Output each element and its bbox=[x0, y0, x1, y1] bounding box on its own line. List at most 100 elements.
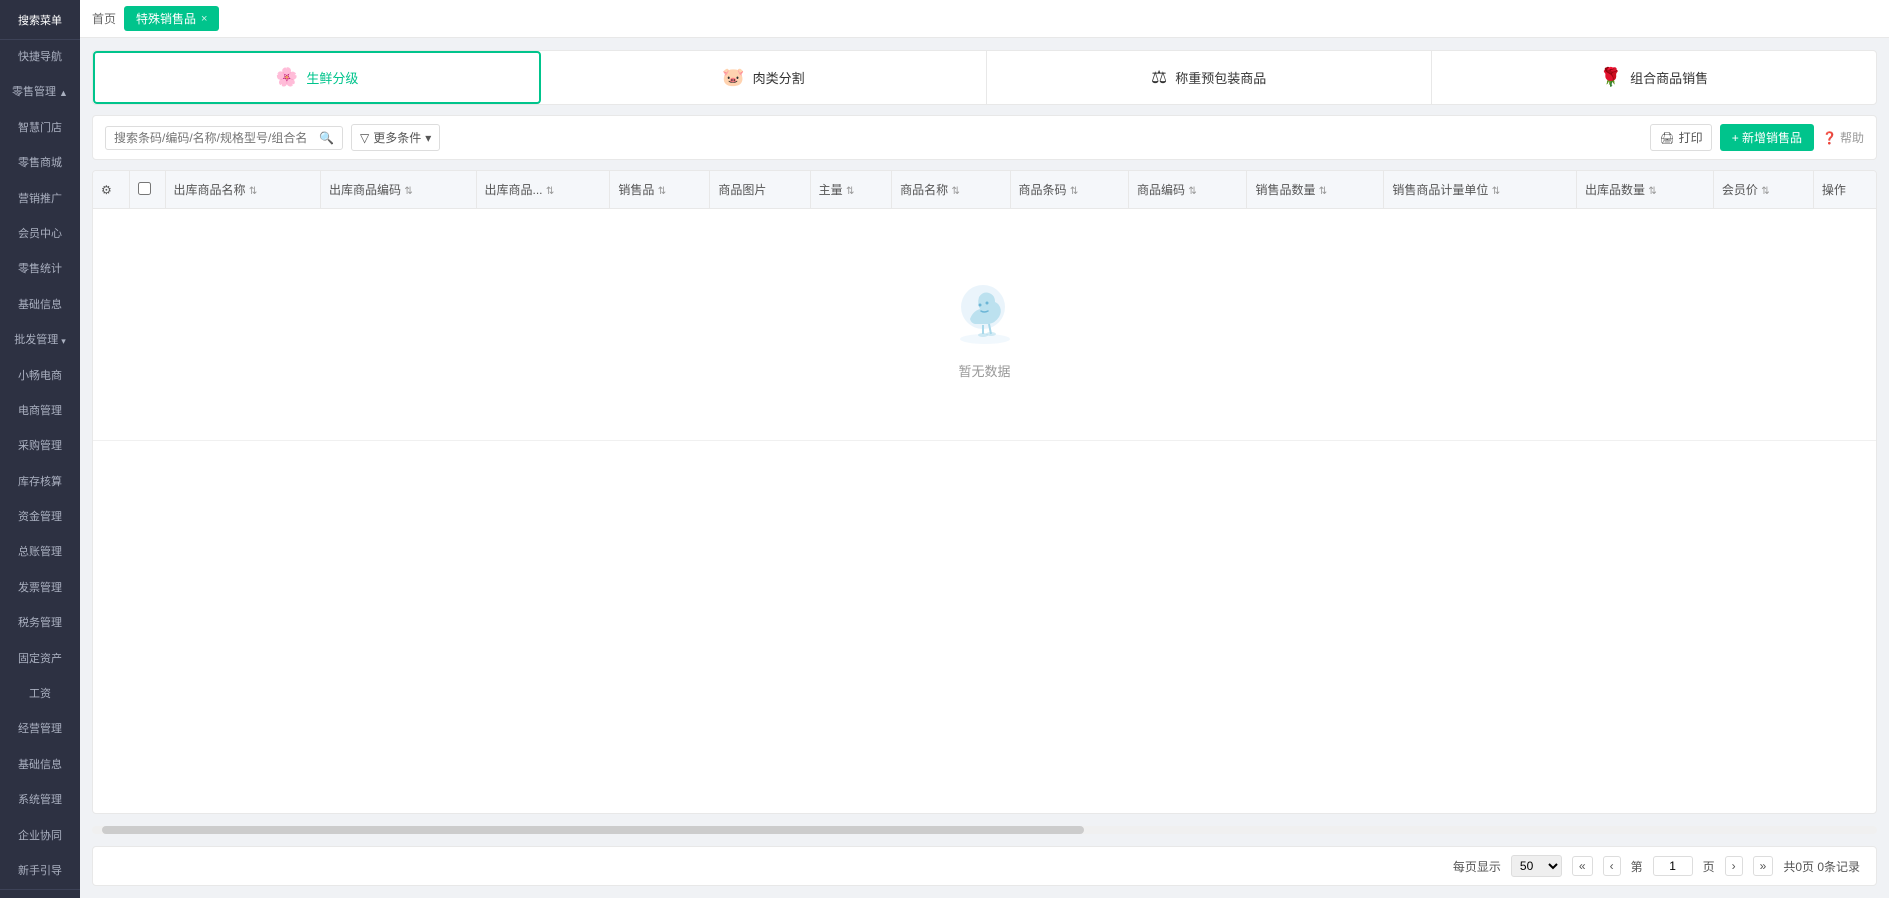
th-out-product-spec-label: 出库商品... bbox=[485, 183, 543, 197]
th-out-product-code[interactable]: 出库商品编码 ⇅ bbox=[321, 171, 477, 209]
combo-sales-icon: 🌹 bbox=[1600, 67, 1622, 88]
th-actions-label: 操作 bbox=[1822, 183, 1846, 197]
sort-icon-12: ⇅ bbox=[1761, 186, 1769, 197]
last-page-button[interactable]: » bbox=[1753, 856, 1774, 876]
total-text: 共0页 0条记录 bbox=[1783, 858, 1860, 875]
search-input[interactable] bbox=[114, 131, 314, 145]
th-out-qty[interactable]: 出库品数量 ⇅ bbox=[1576, 171, 1713, 209]
th-actions: 操作 bbox=[1813, 171, 1876, 209]
th-out-product-code-label: 出库商品编码 bbox=[329, 183, 401, 197]
th-product-name-label: 商品名称 bbox=[900, 183, 948, 197]
sidebar-item-tax-mgmt[interactable]: 税务管理 bbox=[0, 606, 80, 641]
th-sale-qty-label: 销售品数量 bbox=[1255, 183, 1315, 197]
sidebar-item-operations-mgmt[interactable]: 经营管理 bbox=[0, 712, 80, 747]
cat-tab-combo-sales[interactable]: 🌹 组合商品销售 bbox=[1432, 51, 1876, 104]
th-main-weight-label: 主量 bbox=[819, 183, 843, 197]
sort-icon-2: ⇅ bbox=[404, 186, 412, 197]
sidebar-item-member-center[interactable]: 会员中心 bbox=[0, 217, 80, 252]
scrollbar-thumb[interactable] bbox=[102, 826, 1084, 834]
cat-tab-weighed-pack[interactable]: ⚖ 称重预包装商品 bbox=[987, 51, 1432, 104]
th-sale-product-label: 销售品 bbox=[618, 183, 654, 197]
toolbar: 🔍 ▽ 更多条件 ▾ 🖨 打印 + 新增销售品 ❓ 帮助 bbox=[92, 115, 1877, 160]
th-sale-unit[interactable]: 销售商品计量单位 ⇅ bbox=[1384, 171, 1577, 209]
th-out-product-spec[interactable]: 出库商品... ⇅ bbox=[476, 171, 610, 209]
sidebar-item-mini-ecommerce[interactable]: 小畅电商 bbox=[0, 359, 80, 394]
th-product-barcode[interactable]: 商品条码 ⇅ bbox=[1010, 171, 1128, 209]
per-page-select[interactable]: 50 10 20 100 bbox=[1511, 855, 1562, 877]
page-area: 🌸 生鲜分级 🐷 肉类分割 ⚖ 称重预包装商品 🌹 组合商品销售 🔍 bbox=[80, 38, 1889, 898]
sidebar-item-invoice-mgmt[interactable]: 发票管理 bbox=[0, 571, 80, 606]
filter-arrow-icon: ▾ bbox=[425, 131, 431, 145]
sidebar-item-retail-mall[interactable]: 零售商城 bbox=[0, 146, 80, 181]
horizontal-scrollbar[interactable] bbox=[92, 826, 1877, 834]
sidebar-item-enterprise-coop[interactable]: 企业协同 bbox=[0, 819, 80, 854]
sidebar-item-ecommerce-mgmt[interactable]: 电商管理 bbox=[0, 394, 80, 429]
page-number-input[interactable] bbox=[1653, 856, 1693, 876]
sidebar-item-finance-mgmt[interactable]: 资金管理 bbox=[0, 500, 80, 535]
select-all-checkbox[interactable] bbox=[138, 182, 151, 195]
th-product-name[interactable]: 商品名称 ⇅ bbox=[892, 171, 1010, 209]
filter-icon: ▽ bbox=[360, 131, 369, 145]
retail-mgmt-arrow-icon: ▲ bbox=[59, 87, 68, 100]
th-member-price-label: 会员价 bbox=[1722, 183, 1758, 197]
tab-label: 特殊销售品 bbox=[136, 10, 196, 27]
sort-icon-9: ⇅ bbox=[1319, 186, 1327, 197]
next-page-button[interactable]: › bbox=[1725, 856, 1743, 876]
th-member-price[interactable]: 会员价 ⇅ bbox=[1713, 171, 1813, 209]
print-label: 打印 bbox=[1679, 129, 1703, 146]
cat-tab-meat-cut[interactable]: 🐷 肉类分割 bbox=[541, 51, 986, 104]
tab-close-icon[interactable]: × bbox=[201, 13, 207, 25]
sidebar-item-newbie-guide[interactable]: 新手引导 bbox=[0, 854, 80, 889]
sidebar-item-wholesale-mgmt[interactable]: 批发管理 ▾ bbox=[0, 323, 80, 358]
fresh-grade-icon: 🌸 bbox=[276, 67, 298, 88]
th-sale-qty[interactable]: 销售品数量 ⇅ bbox=[1247, 171, 1384, 209]
page-suffix: 页 bbox=[1703, 858, 1715, 875]
data-table-container: ⚙ 出库商品名称 ⇅ 出库商品编码 ⇅ bbox=[92, 170, 1877, 814]
category-tabs: 🌸 生鲜分级 🐷 肉类分割 ⚖ 称重预包装商品 🌹 组合商品销售 bbox=[92, 50, 1877, 105]
prev-page-button[interactable]: ‹ bbox=[1603, 856, 1621, 876]
sidebar-item-salary[interactable]: 工资 bbox=[0, 677, 80, 712]
sort-icon-6: ⇅ bbox=[951, 186, 959, 197]
toolbar-right: 🖨 打印 + 新增销售品 ❓ 帮助 bbox=[1650, 124, 1864, 151]
sidebar-item-purchase-mgmt[interactable]: 采购管理 bbox=[0, 429, 80, 464]
sidebar-item-general-ledger[interactable]: 总账管理 bbox=[0, 535, 80, 570]
th-sale-unit-label: 销售商品计量单位 bbox=[1392, 183, 1488, 197]
filter-label: 更多条件 bbox=[373, 129, 421, 146]
sidebar-item-inventory-check[interactable]: 库存核算 bbox=[0, 465, 80, 500]
add-sales-button[interactable]: + 新增销售品 bbox=[1720, 124, 1814, 151]
th-product-code[interactable]: 商品编码 ⇅ bbox=[1128, 171, 1246, 209]
sidebar-item-retail-stats[interactable]: 零售统计 bbox=[0, 252, 80, 287]
filter-button[interactable]: ▽ 更多条件 ▾ bbox=[351, 124, 440, 151]
help-button[interactable]: ❓ 帮助 bbox=[1822, 129, 1864, 146]
sidebar-item-basic-info2[interactable]: 基础信息 bbox=[0, 748, 80, 783]
th-product-code-label: 商品编码 bbox=[1137, 183, 1185, 197]
print-button[interactable]: 🖨 打印 bbox=[1650, 124, 1711, 151]
sidebar-logo[interactable]: 搜索菜单 bbox=[0, 0, 80, 40]
th-settings[interactable]: ⚙ bbox=[93, 171, 129, 209]
first-page-button[interactable]: « bbox=[1572, 856, 1593, 876]
th-out-product-name-label: 出库商品名称 bbox=[174, 183, 246, 197]
home-link[interactable]: 首页 bbox=[92, 10, 116, 27]
th-main-weight[interactable]: 主量 ⇅ bbox=[810, 171, 891, 209]
sidebar-item-fixed-assets[interactable]: 固定资产 bbox=[0, 642, 80, 677]
th-checkbox[interactable] bbox=[129, 171, 165, 209]
settings-icon: ⚙ bbox=[101, 183, 112, 197]
cat-tab-fresh-grade[interactable]: 🌸 生鲜分级 bbox=[93, 51, 541, 104]
pagination-bar: 每页显示 50 10 20 100 « ‹ 第 页 › » 共0页 0条记录 bbox=[92, 846, 1877, 886]
sidebar-item-retail-mgmt[interactable]: 零售管理 ▲ bbox=[0, 75, 80, 110]
th-sale-product[interactable]: 销售品 ⇅ bbox=[610, 171, 710, 209]
topbar: 首页 特殊销售品 × bbox=[80, 0, 1889, 38]
sidebar-item-basic-info[interactable]: 基础信息 bbox=[0, 288, 80, 323]
search-box: 🔍 bbox=[105, 126, 343, 150]
per-page-label: 每页显示 bbox=[1453, 858, 1501, 875]
th-out-product-name[interactable]: 出库商品名称 ⇅ bbox=[165, 171, 321, 209]
sidebar-item-quick-nav[interactable]: 快捷导航 bbox=[0, 40, 80, 75]
sidebar-item-marketing[interactable]: 营销推广 bbox=[0, 182, 80, 217]
th-product-image[interactable]: 商品图片 bbox=[710, 171, 810, 209]
cat-tab-weighed-pack-label: 称重预包装商品 bbox=[1175, 68, 1266, 87]
sidebar-item-system-mgmt[interactable]: 系统管理 bbox=[0, 783, 80, 818]
sidebar-item-smart-store[interactable]: 智慧门店 bbox=[0, 111, 80, 146]
page-label: 第 bbox=[1631, 858, 1643, 875]
empty-state-icon bbox=[945, 269, 1025, 349]
special-sales-tab[interactable]: 特殊销售品 × bbox=[124, 6, 219, 31]
